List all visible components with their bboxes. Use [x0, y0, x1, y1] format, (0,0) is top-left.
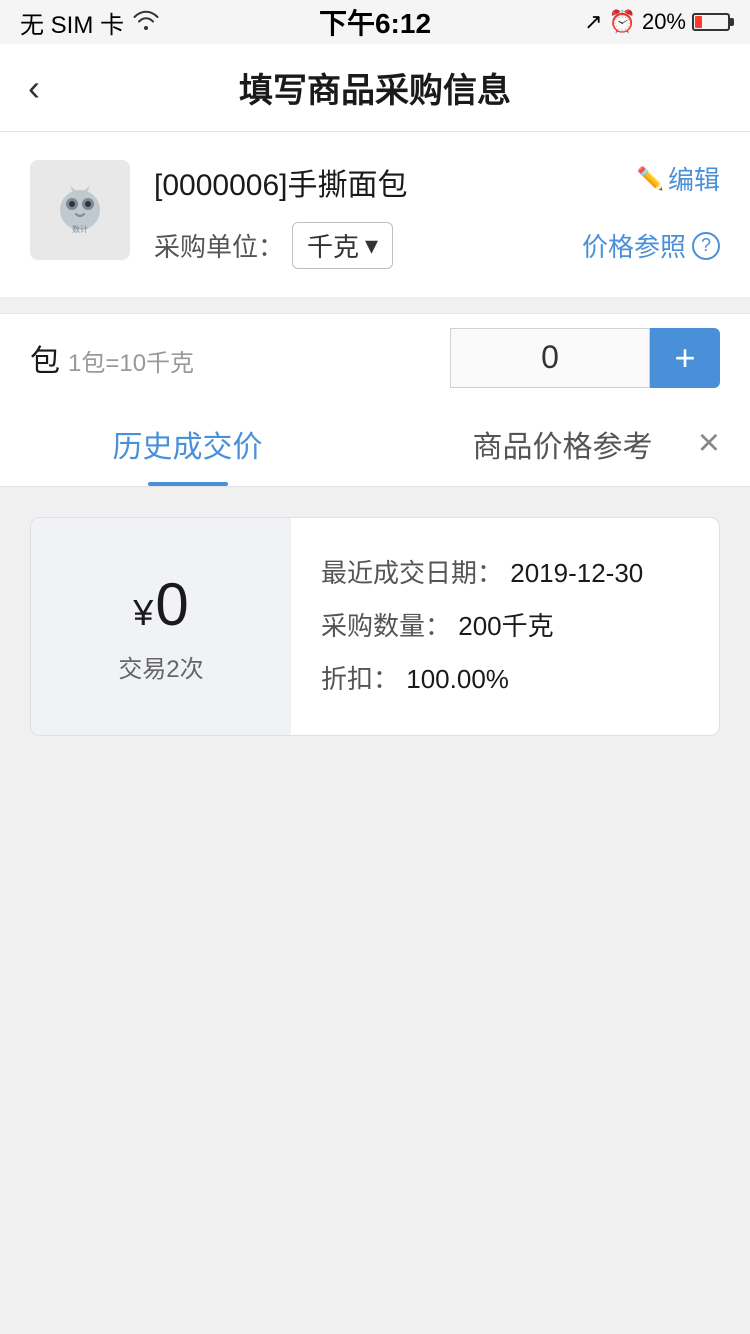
- status-right: ↗ ⏰ 20%: [584, 9, 730, 35]
- status-left: 无 SIM 卡: [20, 5, 160, 40]
- close-button[interactable]: ×: [698, 422, 720, 465]
- dropdown-arrow-icon: ▾: [365, 230, 378, 261]
- qty-controls: 0 +: [450, 328, 720, 388]
- qty-unit-label: 包: [30, 336, 60, 380]
- page-title: 填写商品采购信息: [239, 63, 511, 112]
- edit-icon: ✏️: [637, 166, 664, 192]
- question-icon: ?: [692, 232, 720, 260]
- svg-text:数计: 数计: [72, 224, 88, 234]
- discount-label: 折扣：: [321, 664, 399, 694]
- purchase-unit-row: 采购单位： 千克 ▾ 价格参照 ?: [154, 222, 720, 269]
- product-logo-icon: 数计: [50, 176, 110, 245]
- price-display: ¥ 0: [133, 570, 188, 639]
- quantity-row: 包 1包=10千克 0 +: [0, 313, 750, 401]
- qty-conversion-label: 1包=10千克: [68, 343, 194, 378]
- unit-selector-area: 采购单位： 千克 ▾: [154, 222, 393, 269]
- qty-label-area: 包 1包=10千克: [30, 336, 194, 380]
- tabs-container: 历史成交价 商品价格参考 ×: [0, 401, 750, 487]
- back-button[interactable]: ‹: [28, 67, 40, 109]
- edit-button[interactable]: ✏️ 编辑: [637, 160, 720, 197]
- recent-date-row: 最近成交日期： 2019-12-30: [321, 554, 689, 593]
- location-icon: ↗: [584, 9, 602, 35]
- recent-date-label: 最近成交日期：: [321, 558, 503, 588]
- product-card: 数计 [0000006]手撕面包 ✏️ 编辑 采购单位： 千克 ▾ 价格参照 ?: [0, 132, 750, 297]
- tab-product-price[interactable]: 商品价格参考: [375, 401, 750, 486]
- edit-label: 编辑: [668, 160, 720, 197]
- purchase-qty-row: 采购数量： 200千克: [321, 607, 689, 646]
- price-ref-label: 价格参照: [582, 227, 686, 264]
- status-bar: 无 SIM 卡 下午6:12 ↗ ⏰ 20%: [0, 0, 750, 44]
- purchase-qty-value: 200千克: [458, 611, 553, 641]
- qty-plus-button[interactable]: +: [650, 328, 720, 388]
- tab-product-label: 商品价格参考: [473, 422, 653, 466]
- product-image: 数计: [30, 160, 130, 260]
- status-time: 下午6:12: [319, 2, 431, 42]
- tab-history-price[interactable]: 历史成交价: [0, 401, 375, 486]
- card-price-section: ¥ 0 交易2次: [31, 518, 291, 735]
- purchase-unit-label: 采购单位：: [154, 227, 284, 264]
- alarm-icon: ⏰: [609, 9, 636, 35]
- card-detail-section: 最近成交日期： 2019-12-30 采购数量： 200千克 折扣： 100.0…: [291, 518, 719, 735]
- qty-input[interactable]: 0: [450, 328, 650, 388]
- history-card: ¥ 0 交易2次 最近成交日期： 2019-12-30 采购数量： 200千克 …: [30, 517, 720, 736]
- main-content: ¥ 0 交易2次 最近成交日期： 2019-12-30 采购数量： 200千克 …: [0, 487, 750, 1287]
- discount-row: 折扣： 100.00%: [321, 660, 689, 699]
- price-value: 0: [155, 570, 188, 639]
- unit-dropdown[interactable]: 千克 ▾: [292, 222, 393, 269]
- tab-active-indicator: [148, 482, 228, 486]
- wifi-icon: [132, 8, 160, 37]
- nav-bar: ‹ 填写商品采购信息: [0, 44, 750, 132]
- unit-value: 千克: [307, 227, 359, 264]
- tab-history-label: 历史成交价: [113, 422, 263, 466]
- product-info: [0000006]手撕面包 ✏️ 编辑 采购单位： 千克 ▾ 价格参照 ?: [154, 160, 720, 269]
- battery-percent: 20%: [642, 9, 686, 35]
- trade-count: 交易2次: [118, 649, 203, 684]
- product-name: [0000006]手撕面包: [154, 160, 407, 204]
- purchase-qty-label: 采购数量：: [321, 611, 451, 641]
- sim-signal: 无 SIM 卡: [20, 5, 124, 40]
- discount-value: 100.00%: [406, 664, 509, 694]
- product-header: [0000006]手撕面包 ✏️ 编辑: [154, 160, 720, 204]
- price-ref-button[interactable]: 价格参照 ?: [582, 227, 720, 264]
- price-symbol: ¥: [133, 592, 153, 634]
- battery-icon: [692, 13, 730, 31]
- recent-date-value: 2019-12-30: [510, 558, 643, 588]
